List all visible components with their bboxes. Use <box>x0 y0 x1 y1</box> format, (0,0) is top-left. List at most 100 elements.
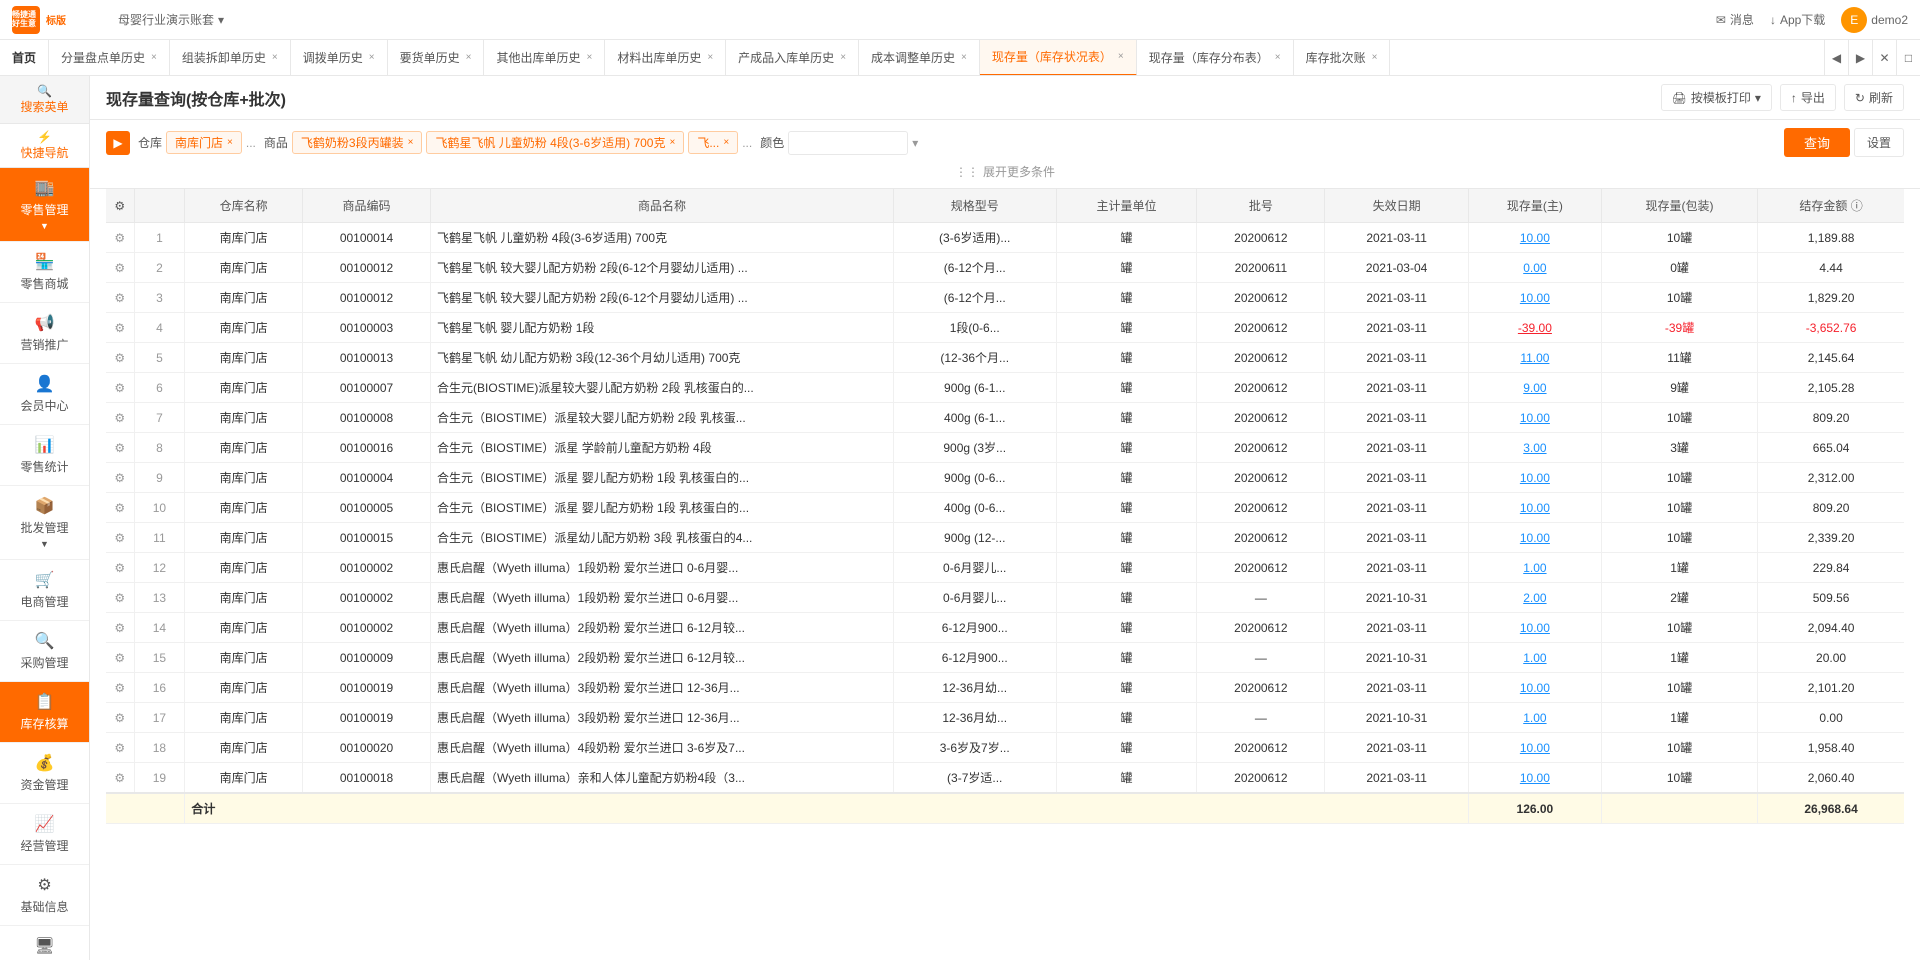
expand-more-btn[interactable]: ⋮⋮ 展开更多条件 <box>106 163 1904 180</box>
row-settings[interactable]: ⚙ <box>106 523 134 553</box>
color-filter-input[interactable] <box>788 131 908 155</box>
product-tag-2[interactable]: 飞鹤星飞帆 儿童奶粉 4段(3-6岁适用) 700克 × <box>426 131 684 154</box>
tab-material-out[interactable]: 材料出库单历史 × <box>605 40 726 76</box>
sidebar-item-purchase[interactable]: 🔍 采购管理 <box>0 621 89 682</box>
nav-arrow-right[interactable]: ▶ <box>1848 40 1872 76</box>
row-settings[interactable]: ⚙ <box>106 403 134 433</box>
row-stock-main[interactable]: 11.00 <box>1468 343 1601 373</box>
nav-arrow-left[interactable]: ◀ <box>1824 40 1848 76</box>
row-stock-main[interactable]: 3.00 <box>1468 433 1601 463</box>
user-area[interactable]: E demo2 <box>1841 7 1908 33</box>
row-stock-main[interactable]: 10.00 <box>1468 733 1601 763</box>
row-stock-main[interactable]: 10.00 <box>1468 223 1601 253</box>
tab-transfer[interactable]: 调拨单历史 × <box>291 40 388 76</box>
row-settings[interactable]: ⚙ <box>106 313 134 343</box>
tab-stock-dist[interactable]: 现存量（库存分布表） × <box>1137 40 1294 76</box>
close-icon[interactable]: × <box>151 52 157 63</box>
sidebar-item-system[interactable]: 🖥 系统管理 <box>0 926 89 960</box>
setting-button[interactable]: 设置 <box>1854 128 1904 157</box>
tab-disassembly[interactable]: 组装拆卸单历史 × <box>170 40 291 76</box>
row-stock-main[interactable]: 10.00 <box>1468 763 1601 794</box>
tab-request[interactable]: 要货单历史 × <box>388 40 485 76</box>
row-settings[interactable]: ⚙ <box>106 463 134 493</box>
sidebar-item-management[interactable]: 📈 经营管理 <box>0 804 89 865</box>
tab-batch-voucher[interactable]: 库存批次账 × <box>1294 40 1391 76</box>
warehouse-more-btn[interactable]: ... <box>246 136 256 150</box>
row-stock-main[interactable]: 1.00 <box>1468 643 1601 673</box>
message-btn[interactable]: ✉ 消息 <box>1716 11 1754 28</box>
tab-home[interactable]: 首页 <box>0 40 49 76</box>
row-stock-main[interactable]: 1.00 <box>1468 703 1601 733</box>
row-settings[interactable]: ⚙ <box>106 643 134 673</box>
close-icon[interactable]: × <box>961 52 967 63</box>
product-tag-3-close-icon[interactable]: × <box>723 137 729 148</box>
row-settings[interactable]: ⚙ <box>106 283 134 313</box>
color-arrow-icon[interactable]: ▾ <box>912 136 918 150</box>
query-button[interactable]: 查询 <box>1784 128 1850 157</box>
tab-other-out[interactable]: 其他出库单历史 × <box>484 40 605 76</box>
sidebar-item-finance[interactable]: 💰 资金管理 <box>0 743 89 804</box>
row-settings[interactable]: ⚙ <box>106 343 134 373</box>
industry-select[interactable]: 母婴行业演示账套 ▾ <box>118 11 224 28</box>
close-icon[interactable]: × <box>272 52 278 63</box>
row-stock-main[interactable]: 10.00 <box>1468 493 1601 523</box>
sidebar-item-member-center[interactable]: 👤 会员中心 <box>0 364 89 425</box>
filter-expand-button[interactable]: ▶ <box>106 131 130 155</box>
row-stock-main[interactable]: 10.00 <box>1468 613 1601 643</box>
row-settings[interactable]: ⚙ <box>106 223 134 253</box>
close-icon[interactable]: × <box>1275 52 1281 63</box>
app-download-btn[interactable]: ↓ App下载 <box>1770 11 1825 28</box>
close-icon[interactable]: × <box>707 52 713 63</box>
product-more-btn[interactable]: ... <box>742 136 752 150</box>
product-tag-1[interactable]: 飞鹤奶粉3段丙罐装 × <box>292 131 423 154</box>
refresh-button[interactable]: ↻ 刷新 <box>1844 84 1904 111</box>
nav-close-all-btn[interactable]: ✕ <box>1872 40 1896 76</box>
product-tag-1-close-icon[interactable]: × <box>408 137 414 148</box>
row-settings[interactable]: ⚙ <box>106 613 134 643</box>
close-icon[interactable]: × <box>840 52 846 63</box>
row-settings[interactable]: ⚙ <box>106 733 134 763</box>
row-stock-main[interactable]: -39.00 <box>1468 313 1601 343</box>
nav-max-btn[interactable]: □ <box>1896 40 1920 76</box>
sidebar-item-basics[interactable]: ⚙ 基础信息 <box>0 865 89 926</box>
row-settings[interactable]: ⚙ <box>106 433 134 463</box>
product-tag-3[interactable]: 飞... × <box>688 131 738 154</box>
tab-split-disc[interactable]: 分量盘点单历史 × <box>49 40 170 76</box>
warehouse-filter-tag[interactable]: 南库门店 × <box>166 131 242 154</box>
row-settings[interactable]: ⚙ <box>106 253 134 283</box>
sidebar-item-retail-mgmt[interactable]: 🏬 零售管理 ▼ <box>0 168 89 242</box>
sidebar-quick-nav[interactable]: ⚡ 快捷导航 <box>0 124 89 168</box>
export-button[interactable]: ↑ 导出 <box>1780 84 1836 111</box>
row-stock-main[interactable]: 10.00 <box>1468 463 1601 493</box>
row-stock-main[interactable]: 10.00 <box>1468 283 1601 313</box>
sidebar-item-ecommerce[interactable]: 🛒 电商管理 <box>0 560 89 621</box>
row-stock-main[interactable]: 1.00 <box>1468 553 1601 583</box>
print-button[interactable]: 🖨 按模板打印 ▾ <box>1661 84 1772 111</box>
row-settings[interactable]: ⚙ <box>106 373 134 403</box>
sidebar-item-wholesale[interactable]: 📦 批发管理 ▼ <box>0 486 89 560</box>
row-stock-main[interactable]: 2.00 <box>1468 583 1601 613</box>
row-settings[interactable]: ⚙ <box>106 703 134 733</box>
row-stock-main[interactable]: 10.00 <box>1468 403 1601 433</box>
close-icon[interactable]: × <box>369 52 375 63</box>
close-icon[interactable]: × <box>1372 52 1378 63</box>
close-icon[interactable]: × <box>1118 51 1124 62</box>
sidebar-search[interactable]: 🔍 搜索英单 <box>0 76 89 124</box>
tab-product-in[interactable]: 产成品入库单历史 × <box>726 40 859 76</box>
row-stock-main[interactable]: 9.00 <box>1468 373 1601 403</box>
row-settings[interactable]: ⚙ <box>106 583 134 613</box>
sidebar-item-marketing[interactable]: 📢 营销推广 <box>0 303 89 364</box>
col-settings[interactable]: ⚙ <box>106 189 134 223</box>
tab-stock-status[interactable]: 现存量（库存状况表） × <box>980 40 1137 76</box>
sidebar-item-inventory[interactable]: 📋 库存核算 <box>0 682 89 743</box>
row-settings[interactable]: ⚙ <box>106 553 134 583</box>
row-stock-main[interactable]: 10.00 <box>1468 673 1601 703</box>
row-settings[interactable]: ⚙ <box>106 493 134 523</box>
sidebar-item-retail-stats[interactable]: 📊 零售统计 <box>0 425 89 486</box>
sidebar-item-retail-shop[interactable]: 🏪 零售商城 <box>0 242 89 303</box>
warehouse-tag-close-icon[interactable]: × <box>227 137 233 148</box>
row-stock-main[interactable]: 0.00 <box>1468 253 1601 283</box>
row-settings[interactable]: ⚙ <box>106 763 134 794</box>
tab-cost-adjust[interactable]: 成本调整单历史 × <box>859 40 980 76</box>
product-tag-2-close-icon[interactable]: × <box>669 137 675 148</box>
